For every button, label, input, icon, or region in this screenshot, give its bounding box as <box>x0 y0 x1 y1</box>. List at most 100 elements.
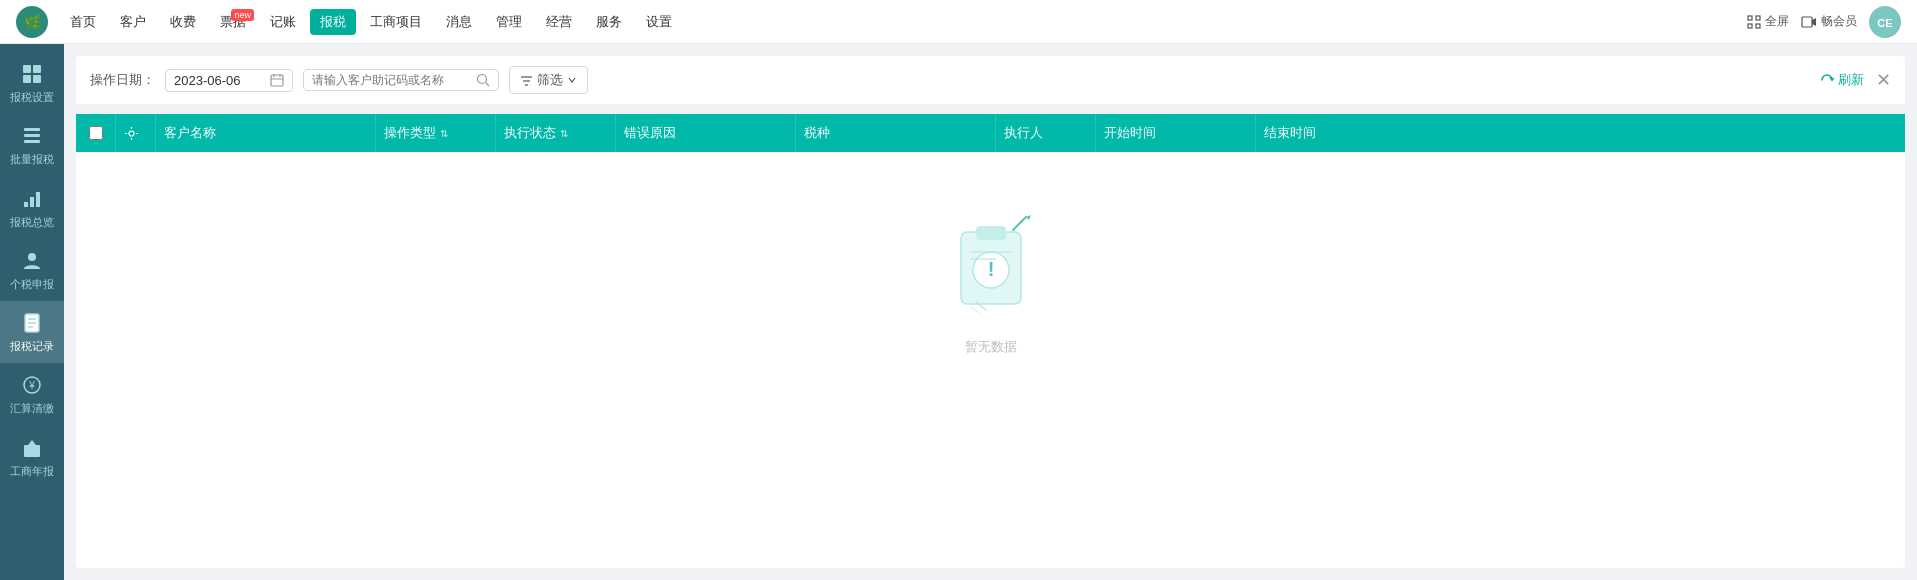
sort-icon-status: ⇅ <box>560 128 568 139</box>
nav-tax[interactable]: 报税 <box>310 9 356 35</box>
svg-line-33 <box>486 83 490 87</box>
member-label: 畅会员 <box>1821 13 1857 30</box>
svg-rect-14 <box>24 128 40 131</box>
sidebar-label-tax-summary: 报税总览 <box>10 215 54 229</box>
table-header: 客户名称 操作类型 ⇅ 执行状态 ⇅ 错误原因 税种 执行人 开始时间 结束时间 <box>76 114 1905 152</box>
sidebar-item-settlement[interactable]: ¥ 汇算清缴 <box>0 363 64 425</box>
empty-illustration: ! <box>941 212 1041 322</box>
settlement-icon: ¥ <box>20 373 44 397</box>
svg-rect-6 <box>1802 17 1812 27</box>
th-start-time: 开始时间 <box>1096 114 1256 152</box>
sidebar-item-annual-report[interactable]: 工商年报 <box>0 426 64 488</box>
app-logo[interactable]: 🌿 <box>16 6 48 38</box>
sidebar-item-tax-record[interactable]: 报税记录 <box>0 301 64 363</box>
sidebar-item-batch-tax[interactable]: 批量报税 <box>0 114 64 176</box>
svg-rect-3 <box>1756 16 1760 20</box>
nav-finance[interactable]: 经营 <box>536 9 582 35</box>
svg-point-32 <box>478 75 487 84</box>
sidebar-label-tax-record: 报税记录 <box>10 339 54 353</box>
filter-icon <box>520 74 533 87</box>
th-customer-name: 客户名称 <box>156 114 376 152</box>
calendar-icon <box>270 73 284 87</box>
refresh-icon <box>1820 73 1834 87</box>
toolbar: 操作日期： <box>76 56 1905 104</box>
svg-rect-15 <box>24 134 40 137</box>
svg-rect-28 <box>271 75 283 86</box>
nav-invoice[interactable]: 票据 new <box>210 9 256 35</box>
close-button[interactable]: ✕ <box>1876 71 1891 89</box>
nav-settings[interactable]: 设置 <box>636 9 682 35</box>
sidebar-item-personal-tax[interactable]: 个税申报 <box>0 239 64 301</box>
th-tax-type: 税种 <box>796 114 996 152</box>
sidebar-label-personal-tax: 个税申报 <box>10 277 54 291</box>
th-checkbox[interactable] <box>76 114 116 152</box>
nav-customer[interactable]: 客户 <box>110 9 156 35</box>
search-input[interactable] <box>312 73 472 87</box>
new-badge: new <box>231 9 254 22</box>
nav-home[interactable]: 首页 <box>60 9 106 35</box>
svg-line-44 <box>1013 217 1026 230</box>
sidebar-label-annual-report: 工商年报 <box>10 464 54 478</box>
svg-rect-4 <box>1748 24 1752 28</box>
svg-text:🌿: 🌿 <box>24 14 42 31</box>
svg-rect-17 <box>24 202 28 207</box>
th-operation-type: 操作类型 ⇅ <box>376 114 496 152</box>
svg-rect-11 <box>33 65 41 73</box>
select-all-checkbox[interactable] <box>89 126 103 140</box>
table-container: 客户名称 操作类型 ⇅ 执行状态 ⇅ 错误原因 税种 执行人 开始时间 结束时间 <box>76 114 1905 568</box>
th-settings <box>116 114 156 152</box>
svg-rect-16 <box>24 140 40 143</box>
tax-settings-icon <box>20 62 44 86</box>
svg-text:!: ! <box>987 258 994 280</box>
nav-accounts[interactable]: 记账 <box>260 9 306 35</box>
sort-icon-operation: ⇅ <box>440 128 448 139</box>
date-input[interactable] <box>174 73 264 88</box>
th-end-time: 结束时间 <box>1256 114 1396 152</box>
chevron-down-icon <box>567 75 577 85</box>
svg-marker-45 <box>1026 215 1031 220</box>
svg-line-47 <box>971 307 981 315</box>
top-nav-right: 全屏 畅会员 CE <box>1747 6 1901 38</box>
fullscreen-label: 全屏 <box>1765 13 1789 30</box>
nav-message[interactable]: 消息 <box>436 9 482 35</box>
toolbar-right: 刷新 ✕ <box>1820 71 1891 89</box>
content-area: 操作日期： <box>64 44 1917 580</box>
date-input-wrap[interactable] <box>165 69 293 92</box>
svg-rect-27 <box>24 445 40 457</box>
top-nav: 🌿 首页 客户 收费 票据 new 记账 报税 工商项目 消息 管理 经营 服务… <box>0 0 1917 44</box>
search-wrap[interactable] <box>303 69 499 91</box>
annual-report-icon <box>20 436 44 460</box>
batch-tax-icon <box>20 124 44 148</box>
empty-state: ! 暂无数据 <box>76 152 1905 416</box>
svg-rect-10 <box>23 65 31 73</box>
svg-rect-19 <box>36 192 40 207</box>
empty-text: 暂无数据 <box>965 338 1017 356</box>
th-executor: 执行人 <box>996 114 1096 152</box>
nav-items: 首页 客户 收费 票据 new 记账 报税 工商项目 消息 管理 经营 服务 设… <box>60 9 1747 35</box>
personal-tax-icon <box>20 249 44 273</box>
tax-summary-icon <box>20 187 44 211</box>
sidebar-item-tax-summary[interactable]: 报税总览 <box>0 177 64 239</box>
th-exec-status: 执行状态 ⇅ <box>496 114 616 152</box>
member-btn[interactable]: 畅会员 <box>1801 13 1857 30</box>
nav-business[interactable]: 工商项目 <box>360 9 432 35</box>
nav-service[interactable]: 服务 <box>586 9 632 35</box>
svg-text:CE: CE <box>1877 17 1892 29</box>
sidebar-label-tax-settings: 报税设置 <box>10 90 54 104</box>
th-error-reason: 错误原因 <box>616 114 796 152</box>
svg-point-20 <box>28 253 36 261</box>
date-label: 操作日期： <box>90 71 155 89</box>
user-avatar[interactable]: CE <box>1869 6 1901 38</box>
refresh-label: 刷新 <box>1838 71 1864 89</box>
nav-manage[interactable]: 管理 <box>486 9 532 35</box>
sidebar-item-tax-settings[interactable]: 报税设置 <box>0 52 64 114</box>
svg-rect-13 <box>33 75 41 83</box>
svg-text:¥: ¥ <box>28 380 35 391</box>
refresh-button[interactable]: 刷新 <box>1820 71 1864 89</box>
filter-button[interactable]: 筛选 <box>509 66 588 94</box>
nav-billing[interactable]: 收费 <box>160 9 206 35</box>
svg-rect-5 <box>1756 24 1760 28</box>
settings-icon <box>124 126 139 141</box>
fullscreen-btn[interactable]: 全屏 <box>1747 13 1789 30</box>
svg-rect-12 <box>23 75 31 83</box>
